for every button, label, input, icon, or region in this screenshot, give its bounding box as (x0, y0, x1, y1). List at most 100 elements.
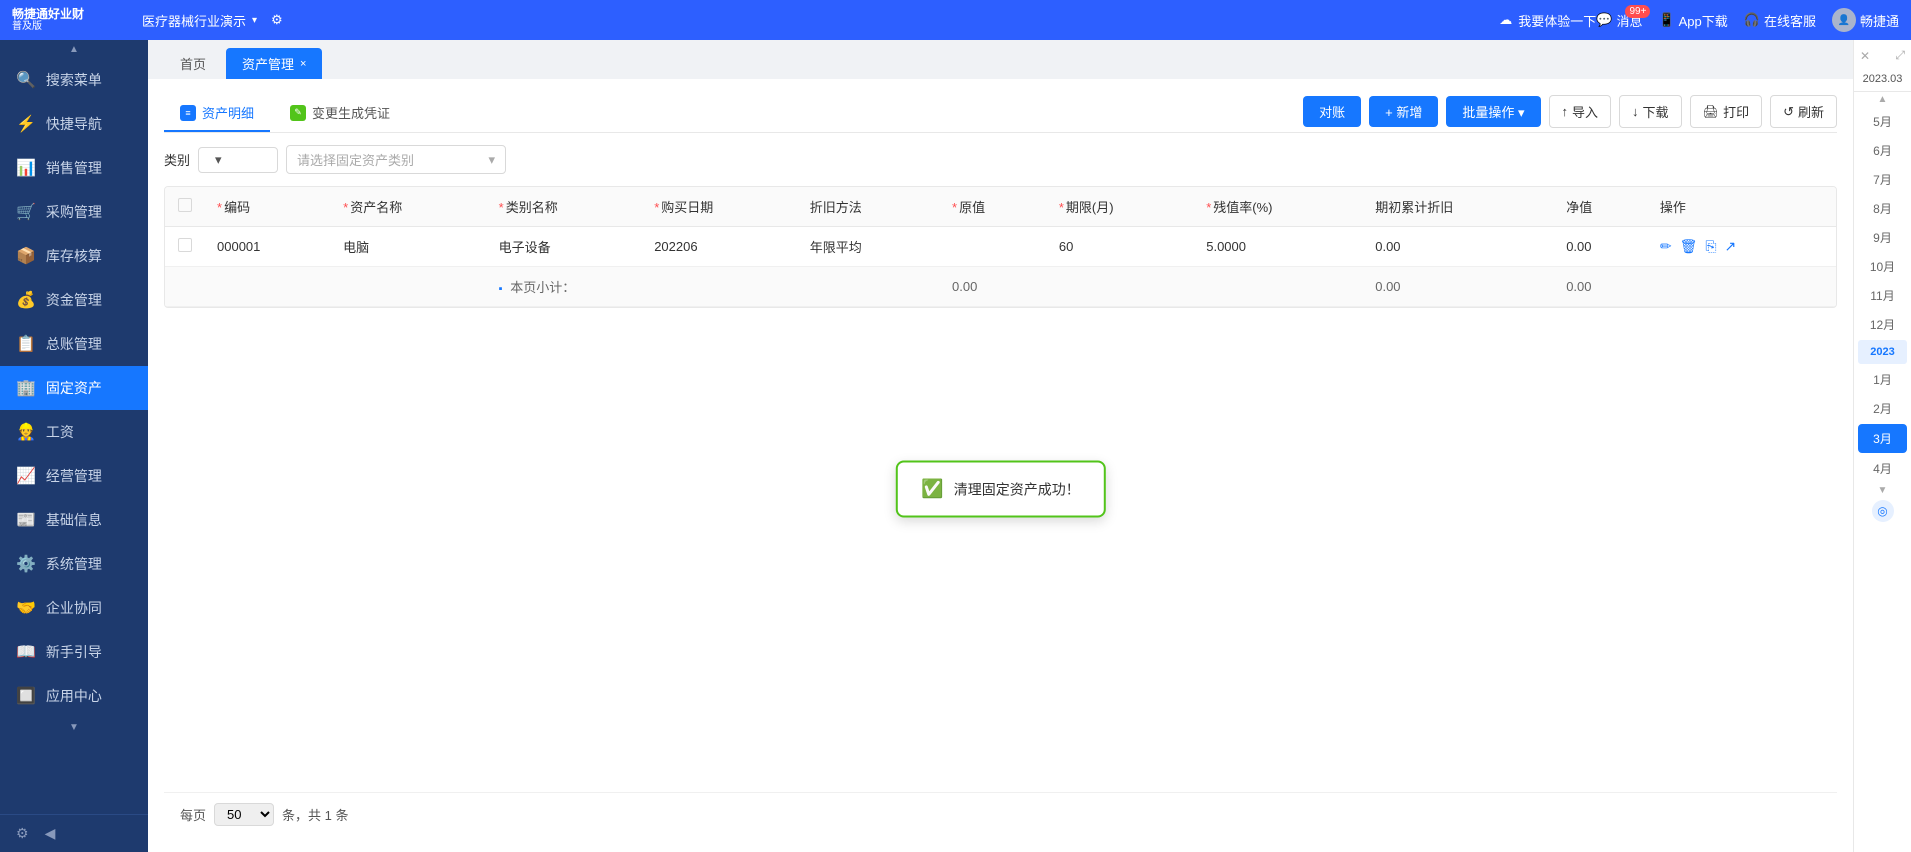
category-type-selector[interactable]: ▾ (198, 147, 278, 173)
timeline-today-button[interactable]: ◎ (1872, 500, 1894, 522)
timeline-7[interactable]: 7月 (1854, 165, 1911, 194)
appstore-icon: 🔲 (16, 686, 36, 706)
print-button[interactable]: 🖨 打印 (1690, 95, 1763, 128)
user-profile[interactable]: 👤 畅捷通 (1832, 8, 1899, 32)
message-badge: 99+ (1625, 5, 1650, 18)
subtotal-empty-3 (331, 267, 487, 307)
sidebar-item-appstore[interactable]: 🔲 应用中心 (0, 674, 148, 718)
header-period: *期限(月) (1047, 187, 1194, 227)
header-action: 操作 (1648, 187, 1836, 227)
asset-detail-tab-label: 资产明细 (202, 103, 254, 122)
batch-operations-button[interactable]: 批量操作 ▾ (1446, 96, 1540, 127)
per-page-select[interactable]: 50 100 200 (214, 803, 274, 826)
header-code: *编码 (205, 187, 331, 227)
online-service-button[interactable]: 🎧 在线客服 (1744, 11, 1816, 30)
inventory-icon: 📦 (16, 246, 36, 266)
table-row: 000001 电脑 电子设备 202206 年限平均 60 5.0000 0.0… (165, 227, 1836, 267)
sidebar-scroll-up[interactable]: ▲ (0, 40, 148, 58)
timeline-expand-icon[interactable]: ⤢ (1895, 48, 1905, 63)
timeline-2[interactable]: 2月 (1854, 394, 1911, 423)
import-label: 导入 (1572, 102, 1598, 121)
sidebar-item-basic-info[interactable]: 📰 基础信息 (0, 498, 148, 542)
delete-icon[interactable]: 🗑 (1680, 238, 1698, 255)
row-net-value: 0.00 (1554, 227, 1648, 267)
timeline-8[interactable]: 8月 (1854, 194, 1911, 223)
add-new-button[interactable]: + 新增 (1369, 96, 1438, 127)
copy-icon[interactable]: ⎘ (1705, 238, 1716, 255)
user-name: 畅捷通 (1860, 11, 1899, 30)
sidebar-label-fixed-assets: 固定资产 (46, 378, 102, 398)
app-download-label: App下载 (1679, 11, 1728, 30)
tab-home[interactable]: 首页 (164, 48, 222, 79)
more-icon[interactable]: ↗ (1725, 238, 1737, 255)
collaboration-icon: 🤝 (16, 598, 36, 618)
sidebar-collapse-button[interactable]: ◀ (45, 825, 56, 842)
sidebar-item-ledger[interactable]: 📋 总账管理 (0, 322, 148, 366)
timeline-12[interactable]: 12月 (1854, 310, 1911, 339)
table-header-row: *编码 *资产名称 *类别名称 *购买日期 折旧方法 *原值 *期限(月) *残… (165, 187, 1836, 227)
sidebar-item-purchase[interactable]: 🛒 采购管理 (0, 190, 148, 234)
timeline-scroll-up[interactable]: ▲ (1876, 92, 1890, 107)
timeline-scroll-down[interactable]: ▼ (1876, 483, 1890, 498)
edit-icon[interactable]: ✏ (1660, 238, 1672, 255)
reconcile-button[interactable]: 对账 (1303, 96, 1361, 127)
filter-group: 类别 ▾ 请选择固定资产类别 ▾ (164, 145, 506, 174)
sidebar-item-search[interactable]: 🔍 搜索菜单 (0, 58, 148, 102)
page-content: ≡ 资产明细 ✎ 变更生成凭证 对账 + 新增 批量操作 ▾ (148, 79, 1853, 852)
sidebar-item-payroll[interactable]: 👷 工资 (0, 410, 148, 454)
timeline-3-current[interactable]: 3月 (1858, 424, 1907, 453)
app-download-button[interactable]: 📱 App下载 (1658, 11, 1727, 30)
subtotal-label: 本页小计： (510, 280, 575, 295)
download-button[interactable]: ↓ 下载 (1619, 95, 1682, 128)
timeline-4[interactable]: 4月 (1854, 454, 1911, 483)
app-logo: 畅捷通好业财 普及版 (12, 7, 122, 33)
sidebar-item-sales[interactable]: 📊 销售管理 (0, 146, 148, 190)
sidebar-item-quicknav[interactable]: ⚡ 快捷导航 (0, 102, 148, 146)
tab-asset-detail[interactable]: ≡ 资产明细 (164, 95, 270, 132)
timeline-11[interactable]: 11月 (1854, 281, 1911, 310)
sidebar-label-quicknav: 快捷导航 (46, 114, 102, 134)
sidebar-scroll-down[interactable]: ▼ (0, 718, 148, 736)
tab-asset-management[interactable]: 资产管理 × (226, 48, 322, 79)
message-icon: 💬 (1596, 12, 1612, 28)
timeline-year-2023[interactable]: 2023 (1858, 340, 1907, 364)
download-label: 下载 (1643, 102, 1669, 121)
payroll-icon: 👷 (16, 422, 36, 442)
timeline-9[interactable]: 9月 (1854, 223, 1911, 252)
header-original-value: *原值 (940, 187, 1047, 227)
company-selector[interactable]: 医疗器械行业演示 ▾ ⚙ (142, 11, 1479, 30)
sidebar-item-collaboration[interactable]: 🤝 企业协同 (0, 586, 148, 630)
sidebar-label-appstore: 应用中心 (46, 686, 102, 706)
sidebar-bottom: ⚙ ◀ (0, 814, 148, 852)
action-icons-group: ✏ 🗑 ⎘ ↗ (1660, 238, 1824, 255)
company-settings-icon[interactable]: ⚙ (271, 12, 283, 28)
tab-close-icon[interactable]: × (300, 58, 306, 70)
category-value-selector[interactable]: 请选择固定资产类别 ▾ (286, 145, 506, 174)
sidebar-item-fixed-assets[interactable]: 🏢 固定资产 (0, 366, 148, 410)
experience-button[interactable]: ☁ 我要体验一下 (1499, 11, 1596, 30)
category-type-arrow: ▾ (215, 152, 222, 168)
row-checkbox[interactable] (178, 238, 192, 252)
refresh-icon: ↺ (1783, 104, 1794, 120)
operations-icon: 📈 (16, 466, 36, 486)
timeline-close-icon[interactable]: ✕ (1860, 49, 1870, 63)
import-icon: ↑ (1562, 104, 1569, 119)
refresh-button[interactable]: ↺ 刷新 (1770, 95, 1837, 128)
tab-voucher-generation[interactable]: ✎ 变更生成凭证 (274, 95, 406, 132)
sidebar-item-guide[interactable]: 📖 新手引导 (0, 630, 148, 674)
sidebar-item-finance[interactable]: 💰 资金管理 (0, 278, 148, 322)
header-checkbox[interactable] (178, 198, 192, 212)
filter-toolbar: 类别 ▾ 请选择固定资产类别 ▾ (164, 145, 1837, 174)
timeline-5[interactable]: 5月 (1854, 107, 1911, 136)
message-button[interactable]: 💬 消息 99+ (1596, 11, 1642, 30)
sales-icon: 📊 (16, 158, 36, 178)
timeline-1[interactable]: 1月 (1854, 365, 1911, 394)
timeline-6[interactable]: 6月 (1854, 136, 1911, 165)
sidebar-item-system[interactable]: ⚙️ 系统管理 (0, 542, 148, 586)
timeline-controls: ✕ ⤢ (1854, 44, 1911, 67)
sidebar-item-inventory[interactable]: 📦 库存核算 (0, 234, 148, 278)
sidebar-item-operations[interactable]: 📈 经营管理 (0, 454, 148, 498)
import-button[interactable]: ↑ 导入 (1549, 95, 1612, 128)
timeline-10[interactable]: 10月 (1854, 252, 1911, 281)
settings-bottom-icon[interactable]: ⚙ (16, 825, 29, 842)
